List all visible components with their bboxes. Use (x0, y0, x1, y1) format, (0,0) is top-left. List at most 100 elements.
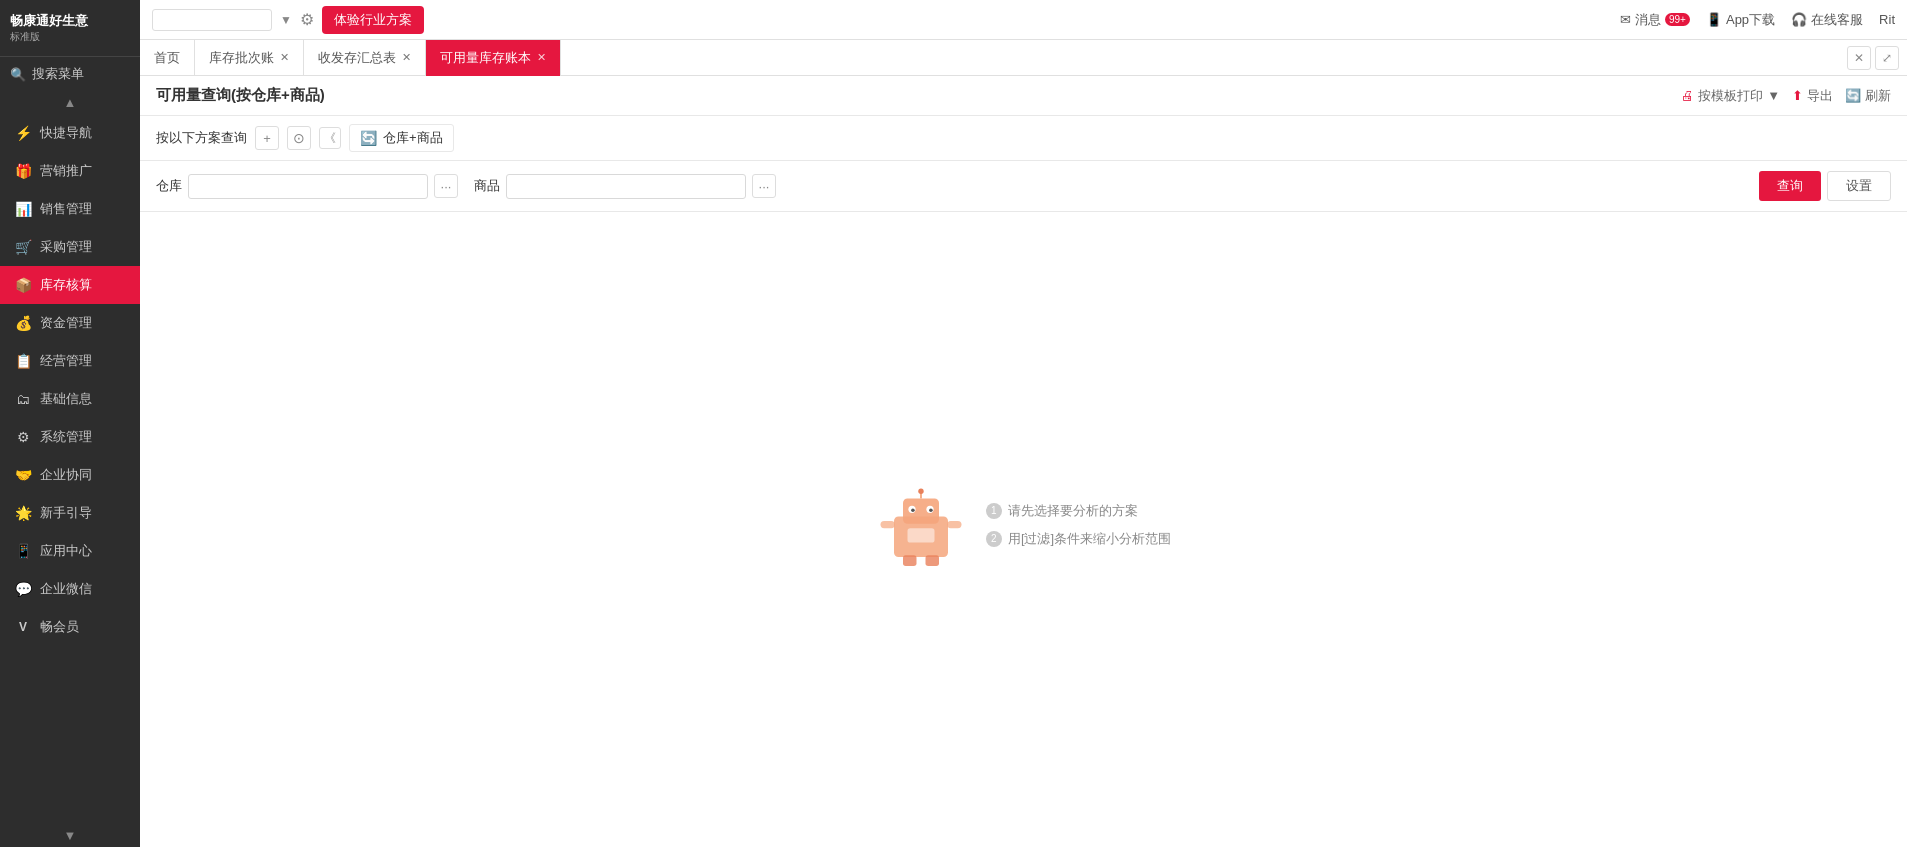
tab-batch-account[interactable]: 库存批次账 ✕ (195, 40, 304, 76)
operations-icon: 📋 (14, 353, 32, 369)
export-action[interactable]: ⬆ 导出 (1792, 87, 1833, 105)
settings-button[interactable]: 设置 (1827, 171, 1891, 201)
sidebar-item-vip[interactable]: V 畅会员 (0, 608, 140, 646)
message-label: 消息 (1635, 11, 1661, 29)
sidebar-item-label: 系统管理 (40, 428, 92, 446)
empty-state: 1 请先选择要分析的方案 2 用[过滤]条件来缩小分析范围 (140, 212, 1907, 847)
warehouse-field-group: 仓库 ··· (156, 174, 458, 199)
sidebar-item-inventory[interactable]: 📦 库存核算 (0, 266, 140, 304)
sidebar-scroll-up[interactable]: ▲ (0, 91, 140, 114)
sidebar-item-enterprise[interactable]: 🤝 企业协同 (0, 456, 140, 494)
topbar-search-input[interactable] (152, 9, 272, 31)
sidebar-item-basic-info[interactable]: 🗂 基础信息 (0, 380, 140, 418)
inventory-icon: 📦 (14, 277, 32, 293)
warehouse-input[interactable] (188, 174, 428, 199)
settings-scheme-button[interactable]: ⊙ (287, 126, 311, 150)
sidebar-item-label: 畅会员 (40, 618, 79, 636)
warehouse-label: 仓库 (156, 177, 182, 195)
filter-scheme-item[interactable]: 🔄 仓库+商品 (349, 124, 454, 152)
svg-rect-10 (880, 521, 894, 528)
main-area: ▼ ⚙ 体验行业方案 ✉ 消息 99+ 📱 App下载 🎧 在线客服 Rit 首… (140, 0, 1907, 847)
sidebar-item-app-center[interactable]: 📱 应用中心 (0, 532, 140, 570)
message-action[interactable]: ✉ 消息 99+ (1620, 11, 1690, 29)
enterprise-icon: 🤝 (14, 467, 32, 483)
trial-industry-button[interactable]: 体验行业方案 (322, 6, 424, 34)
refresh-action[interactable]: 🔄 刷新 (1845, 87, 1891, 105)
gear-icon[interactable]: ⚙ (300, 10, 314, 29)
query-button[interactable]: 查询 (1759, 171, 1821, 201)
sidebar-item-label: 资金管理 (40, 314, 92, 332)
topbar-actions: ✉ 消息 99+ 📱 App下载 🎧 在线客服 Rit (1620, 11, 1895, 29)
product-input[interactable] (506, 174, 746, 199)
sidebar-item-label: 采购管理 (40, 238, 92, 256)
sidebar-scroll-down[interactable]: ▼ (0, 824, 140, 847)
sidebar-search[interactable]: 🔍 搜索菜单 (0, 57, 140, 91)
sidebar-item-operations[interactable]: 📋 经营管理 (0, 342, 140, 380)
filter-area: 按以下方案查询 + ⊙ 《 🔄 仓库+商品 (140, 116, 1907, 161)
svg-rect-8 (903, 555, 917, 566)
sidebar-item-label: 销售管理 (40, 200, 92, 218)
export-icon: ⬆ (1792, 88, 1803, 103)
tab-collect-summary[interactable]: 收发存汇总表 ✕ (304, 40, 426, 76)
maximize-button[interactable]: ⤢ (1875, 46, 1899, 70)
product-more-button[interactable]: ··· (752, 174, 776, 198)
new-guide-icon: 🌟 (14, 505, 32, 521)
filter-label: 按以下方案查询 (156, 129, 247, 147)
tip-text-2: 用[过滤]条件来缩小分析范围 (1008, 530, 1171, 548)
collapse-filter-button[interactable]: 《 (319, 127, 341, 149)
sidebar-logo-title: 畅康通好生意 (10, 12, 130, 30)
sidebar-item-label: 应用中心 (40, 542, 92, 560)
sidebar-item-finance[interactable]: 💰 资金管理 (0, 304, 140, 342)
tab-home-label: 首页 (154, 49, 180, 67)
product-field-group: 商品 ··· (474, 174, 776, 199)
query-fields-area: 仓库 ··· 商品 ··· 查询 设置 (140, 161, 1907, 212)
sidebar-item-marketing[interactable]: 🎁 营销推广 (0, 152, 140, 190)
refresh-label: 刷新 (1865, 87, 1891, 105)
page-header-actions: 🖨 按模板打印 ▼ ⬆ 导出 🔄 刷新 (1681, 87, 1891, 105)
chevron-down-icon[interactable]: ▼ (280, 13, 292, 27)
message-icon: ✉ (1620, 12, 1631, 27)
warehouse-more-button[interactable]: ··· (434, 174, 458, 198)
sidebar-item-quick-nav[interactable]: ⚡ 快捷导航 (0, 114, 140, 152)
add-scheme-button[interactable]: + (255, 126, 279, 150)
tab-available-ledger-label: 可用量库存账本 (440, 49, 531, 67)
svg-rect-12 (907, 528, 934, 542)
refresh-icon: 🔄 (1845, 88, 1861, 103)
print-label: 按模板打印 (1698, 87, 1763, 105)
print-action[interactable]: 🖨 按模板打印 ▼ (1681, 87, 1780, 105)
sidebar-item-label: 库存核算 (40, 276, 92, 294)
online-service-action[interactable]: 🎧 在线客服 (1791, 11, 1863, 29)
svg-point-4 (911, 508, 915, 512)
username-label[interactable]: Rit (1879, 12, 1895, 27)
sidebar-search-label: 搜索菜单 (32, 65, 84, 83)
sidebar-item-new-guide[interactable]: 🌟 新手引导 (0, 494, 140, 532)
sidebar-nav: ⚡ 快捷导航 🎁 营销推广 📊 销售管理 🛒 采购管理 📦 库存核算 💰 资金管… (0, 114, 140, 824)
sidebar-item-sales[interactable]: 📊 销售管理 (0, 190, 140, 228)
sales-icon: 📊 (14, 201, 32, 217)
svg-point-7 (918, 488, 923, 493)
filter-scheme-label: 仓库+商品 (383, 129, 443, 147)
sidebar-item-wechat[interactable]: 💬 企业微信 (0, 570, 140, 608)
tab-home[interactable]: 首页 (140, 40, 195, 76)
vip-icon: V (14, 620, 32, 634)
app-download-action[interactable]: 📱 App下载 (1706, 11, 1775, 29)
tab-available-ledger[interactable]: 可用量库存账本 ✕ (426, 40, 561, 76)
sidebar-item-label: 营销推广 (40, 162, 92, 180)
product-label: 商品 (474, 177, 500, 195)
sidebar-item-label: 基础信息 (40, 390, 92, 408)
marketing-icon: 🎁 (14, 163, 32, 179)
basic-info-icon: 🗂 (14, 391, 32, 407)
sidebar-item-label: 快捷导航 (40, 124, 92, 142)
close-icon[interactable]: ✕ (280, 51, 289, 64)
close-icon[interactable]: ✕ (402, 51, 411, 64)
print-icon: 🖨 (1681, 88, 1694, 103)
chevron-down-icon[interactable]: ▼ (1767, 88, 1780, 103)
app-download-icon: 📱 (1706, 12, 1722, 27)
close-icon[interactable]: ✕ (537, 51, 546, 64)
sidebar-item-purchase[interactable]: 🛒 采购管理 (0, 228, 140, 266)
sidebar-item-system[interactable]: ⚙ 系统管理 (0, 418, 140, 456)
close-all-tabs-button[interactable]: ✕ (1847, 46, 1871, 70)
scheme-icon: 🔄 (360, 130, 377, 146)
online-service-label: 在线客服 (1811, 11, 1863, 29)
tip-number-1: 1 (986, 503, 1002, 519)
